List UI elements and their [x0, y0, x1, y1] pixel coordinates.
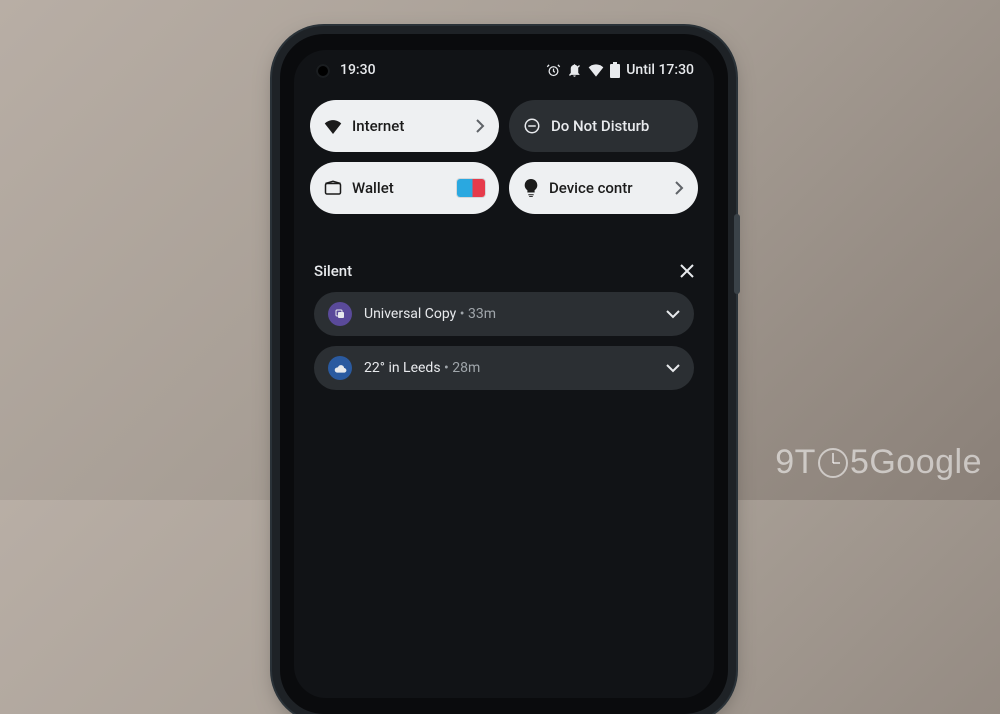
dnd-status-icon [567, 63, 582, 78]
alarm-icon [546, 63, 561, 78]
silent-title: Silent [314, 262, 352, 280]
chevron-down-icon[interactable] [666, 363, 680, 373]
wallet-tile[interactable]: Wallet [310, 162, 499, 214]
phone-frame: 19:30 Until 17:30 [280, 34, 728, 714]
do-not-disturb-icon [523, 117, 541, 135]
chevron-down-icon[interactable] [666, 309, 680, 319]
wifi-icon [324, 119, 342, 134]
phone-screen: 19:30 Until 17:30 [294, 50, 714, 698]
notification-item[interactable]: 22° in Leeds • 28m [314, 346, 694, 390]
status-time: 19:30 [340, 62, 376, 78]
wallet-icon [324, 180, 342, 196]
status-icons: Until 17:30 [546, 62, 694, 78]
wifi-icon [588, 63, 604, 77]
dnd-tile[interactable]: Do Not Disturb [509, 100, 698, 152]
cloud-icon [328, 356, 352, 380]
status-until: Until 17:30 [626, 62, 694, 78]
silent-header: Silent [314, 262, 694, 280]
copy-icon [328, 302, 352, 326]
status-bar: 19:30 Until 17:30 [294, 50, 714, 90]
tile-label: Device contr [549, 179, 664, 197]
internet-tile[interactable]: Internet [310, 100, 499, 152]
clock-icon [818, 448, 848, 478]
tile-label: Wallet [352, 179, 447, 197]
watermark-9to5google: 9T5Google [775, 443, 982, 482]
quick-settings-panel: Internet Do Not Disturb Wallet [294, 90, 714, 214]
tile-label: Internet [352, 117, 465, 135]
device-controls-tile[interactable]: Device contr [509, 162, 698, 214]
notification-text: 22° in Leeds • 28m [364, 360, 654, 376]
punch-hole-camera [316, 64, 330, 78]
battery-icon [610, 62, 620, 78]
chevron-right-icon [475, 119, 485, 133]
close-icon[interactable] [680, 264, 694, 278]
notification-item[interactable]: Universal Copy • 33m [314, 292, 694, 336]
tile-label: Do Not Disturb [551, 117, 684, 135]
power-button [734, 214, 740, 294]
lightbulb-icon [523, 179, 539, 197]
silent-section: Silent Universal Copy • 33m [294, 262, 714, 390]
notification-text: Universal Copy • 33m [364, 306, 654, 322]
chevron-right-icon [674, 181, 684, 195]
card-thumbnail [457, 179, 485, 197]
